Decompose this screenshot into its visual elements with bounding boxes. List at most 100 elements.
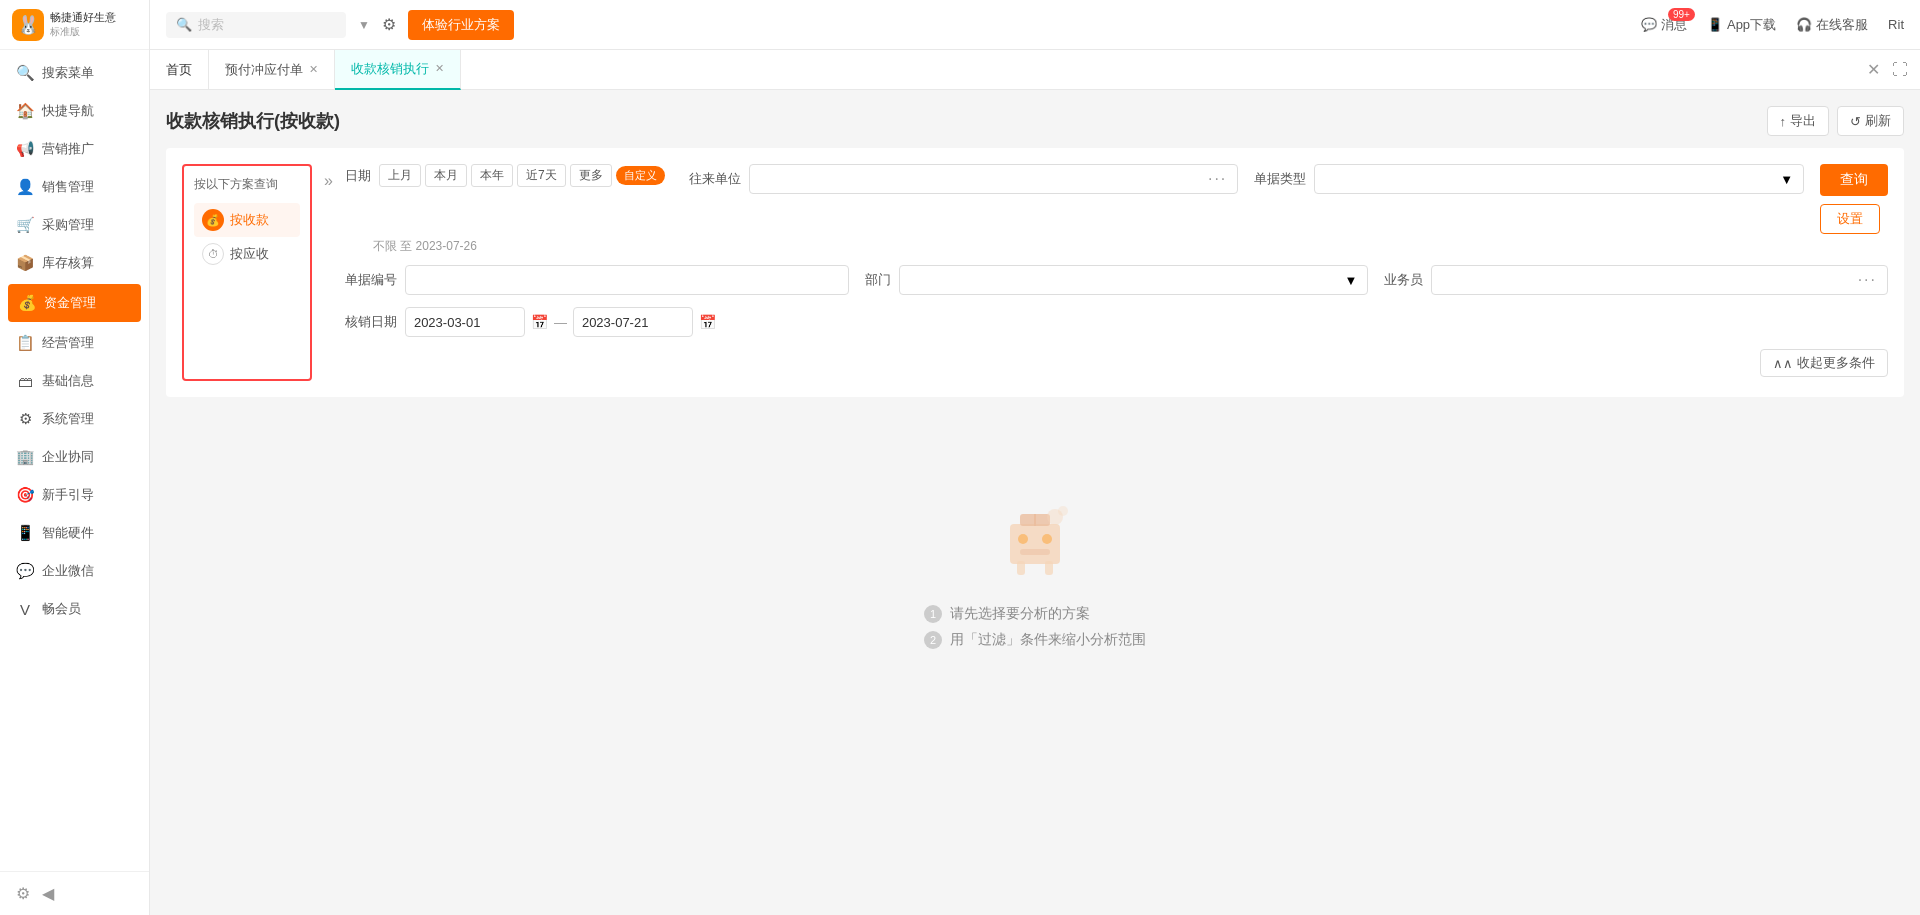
receivable-icon: ⏱	[202, 243, 224, 265]
counterpart-ellipsis[interactable]: ···	[1208, 170, 1227, 188]
date-note: 不限 至 2023-07-26	[373, 238, 1888, 255]
main-area: 🔍 搜索 ▼ ⚙ 体验行业方案 💬 消息 99+ 📱 App下载 🎧 在线客服 …	[150, 0, 1920, 915]
tab-home[interactable]: 首页	[150, 50, 209, 90]
export-icon: ↑	[1780, 114, 1787, 129]
tab-prepay[interactable]: 预付冲应付单 ✕	[209, 50, 335, 90]
sidebar: 🐰 畅捷通好生意 标准版 🔍搜索菜单 🏠快捷导航 📢营销推广 👤销售管理 🛒采购…	[0, 0, 150, 915]
refresh-button[interactable]: ↺ 刷新	[1837, 106, 1904, 136]
date-this-month[interactable]: 本月	[425, 164, 467, 187]
close-tab-icon[interactable]: ✕	[1867, 60, 1880, 79]
sidebar-footer: ⚙ ◀	[0, 871, 149, 915]
finance-icon: 💰	[18, 294, 36, 312]
collapse-sidebar-icon[interactable]: ◀	[42, 884, 54, 903]
doc-type-chevron: ▼	[1780, 172, 1793, 187]
dept-select[interactable]: ▼	[899, 265, 1369, 295]
empty-tips: 1 请先选择要分析的方案 2 用「过滤」条件来缩小分析范围	[924, 605, 1146, 649]
collapse-more-btn[interactable]: ∧∧ 收起更多条件	[1760, 349, 1888, 377]
sidebar-item-system[interactable]: ⚙系统管理	[0, 400, 149, 438]
topbar-right: 💬 消息 99+ 📱 App下载 🎧 在线客服 Rit	[1641, 16, 1904, 34]
sidebar-item-guide[interactable]: 🎯新手引导	[0, 476, 149, 514]
svg-rect-7	[1045, 561, 1053, 575]
setting-button[interactable]: 设置	[1820, 204, 1880, 234]
date-separator: —	[554, 315, 567, 330]
doc-no-label: 单据编号	[345, 271, 397, 289]
doc-type-label: 单据类型	[1254, 170, 1306, 188]
verify-date-range: 📅 — 📅	[405, 307, 716, 337]
collapse-arrow[interactable]: »	[324, 164, 333, 381]
query-by-receivable[interactable]: ⏱ 按应收	[194, 237, 300, 271]
date-this-year[interactable]: 本年	[471, 164, 513, 187]
tip-num-1: 1	[924, 605, 942, 623]
filter-form: 日期 上月 本月 本年 近7天 更多 自定义 往来单位 ·	[345, 164, 1888, 381]
verify-date-end[interactable]	[573, 307, 693, 337]
industry-btn[interactable]: 体验行业方案	[408, 10, 514, 40]
date-7days[interactable]: 近7天	[517, 164, 566, 187]
sidebar-item-member[interactable]: V畅会员	[0, 590, 149, 628]
verify-date-start-calendar[interactable]: 📅	[531, 314, 548, 330]
sidebar-item-quick-nav[interactable]: 🏠快捷导航	[0, 92, 149, 130]
date-more[interactable]: 更多	[570, 164, 612, 187]
tip-num-2: 2	[924, 631, 942, 649]
topbar-search-box[interactable]: 🔍 搜索	[166, 12, 346, 38]
topbar-username[interactable]: Rit	[1888, 17, 1904, 32]
date-last-month[interactable]: 上月	[379, 164, 421, 187]
svg-point-3	[1018, 534, 1028, 544]
date-custom-badge: 自定义	[616, 166, 665, 185]
sidebar-item-marketing[interactable]: 📢营销推广	[0, 130, 149, 168]
date-label: 日期	[345, 167, 371, 185]
topbar-messages[interactable]: 💬 消息 99+	[1641, 16, 1687, 34]
settings-footer-icon[interactable]: ⚙	[16, 884, 30, 903]
sidebar-item-hardware[interactable]: 📱智能硬件	[0, 514, 149, 552]
sidebar-logo: 🐰 畅捷通好生意 标准版	[0, 0, 149, 50]
service-icon: 🎧	[1796, 17, 1812, 32]
svg-rect-0	[1010, 524, 1060, 564]
empty-illustration	[985, 489, 1085, 589]
query-button[interactable]: 查询	[1820, 164, 1888, 196]
sidebar-item-enterprise[interactable]: 🏢企业协同	[0, 438, 149, 476]
sidebar-nav: 🔍搜索菜单 🏠快捷导航 📢营销推广 👤销售管理 🛒采购管理 📦库存核算 💰资金管…	[0, 50, 149, 871]
filter-btn-group: 查询 设置	[1820, 164, 1888, 234]
topbar-online-service[interactable]: 🎧 在线客服	[1796, 16, 1868, 34]
query-selector-title: 按以下方案查询	[194, 176, 300, 193]
empty-state: 1 请先选择要分析的方案 2 用「过滤」条件来缩小分析范围	[166, 409, 1904, 729]
logo-sub: 标准版	[50, 25, 116, 39]
enterprise-icon: 🏢	[16, 448, 34, 466]
receipt-icon: 💰	[202, 209, 224, 231]
sidebar-item-inventory[interactable]: 📦库存核算	[0, 244, 149, 282]
empty-tip-2: 2 用「过滤」条件来缩小分析范围	[924, 631, 1146, 649]
home-icon: 🏠	[16, 102, 34, 120]
expand-tab-icon[interactable]: ⛶	[1892, 61, 1908, 79]
tab-receipt-close[interactable]: ✕	[435, 62, 444, 75]
topbar-gear-icon[interactable]: ⚙	[382, 15, 396, 34]
sidebar-item-finance[interactable]: 💰资金管理	[8, 284, 141, 322]
verify-date-start[interactable]	[405, 307, 525, 337]
verify-date-end-calendar[interactable]: 📅	[699, 314, 716, 330]
export-button[interactable]: ↑ 导出	[1767, 106, 1830, 136]
topbar-chevron-icon[interactable]: ▼	[358, 18, 370, 32]
tab-prepay-close[interactable]: ✕	[309, 63, 318, 76]
tab-receipt-exec[interactable]: 收款核销执行 ✕	[335, 50, 461, 90]
doc-type-select[interactable]: ▼	[1314, 164, 1804, 194]
refresh-icon: ↺	[1850, 114, 1861, 129]
query-by-receipt[interactable]: 💰 按收款	[194, 203, 300, 237]
by-receipt-label: 按收款	[230, 211, 269, 229]
logo-icon: 🐰	[12, 9, 44, 41]
marketing-icon: 📢	[16, 140, 34, 158]
member-icon: V	[16, 601, 34, 618]
svg-point-4	[1042, 534, 1052, 544]
svg-rect-5	[1020, 549, 1050, 555]
topbar-app-download[interactable]: 📱 App下载	[1707, 16, 1776, 34]
hardware-icon: 📱	[16, 524, 34, 542]
sidebar-item-sales[interactable]: 👤销售管理	[0, 168, 149, 206]
sidebar-item-wechat[interactable]: 💬企业微信	[0, 552, 149, 590]
sidebar-item-basic[interactable]: 🗃基础信息	[0, 362, 149, 400]
sales-icon: 👤	[16, 178, 34, 196]
sidebar-item-purchase[interactable]: 🛒采购管理	[0, 206, 149, 244]
staff-ellipsis[interactable]: ···	[1858, 271, 1877, 289]
staff-label: 业务员	[1384, 271, 1423, 289]
doc-no-input[interactable]	[405, 265, 849, 295]
app-icon: 📱	[1707, 17, 1723, 32]
sidebar-item-business[interactable]: 📋经营管理	[0, 324, 149, 362]
search-placeholder: 搜索	[198, 16, 224, 34]
sidebar-item-search[interactable]: 🔍搜索菜单	[0, 54, 149, 92]
